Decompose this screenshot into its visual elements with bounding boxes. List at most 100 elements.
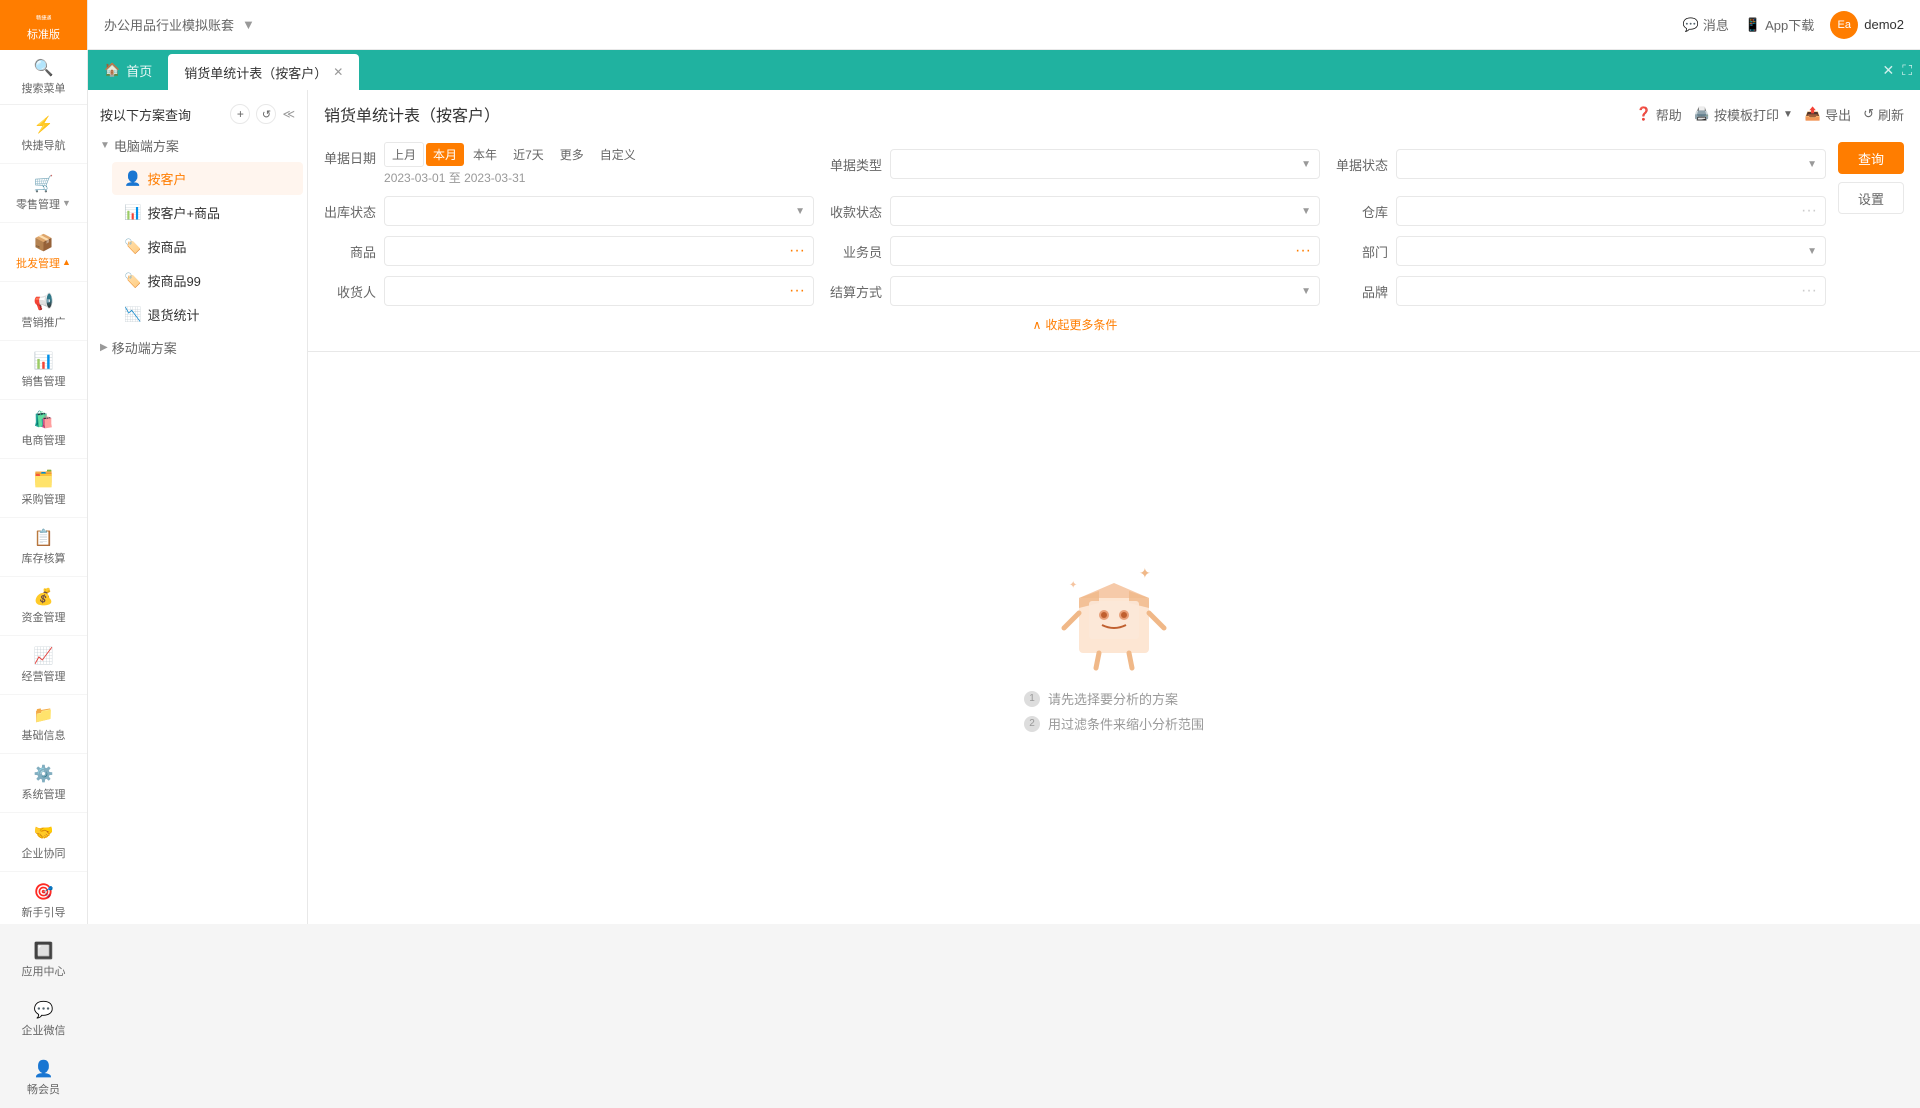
refresh-label: 刷新: [1878, 105, 1904, 124]
finance-label: 资金管理: [22, 609, 66, 625]
sidebar-item-newbie[interactable]: 🎯 新手引导: [0, 872, 87, 931]
filter-content: 单据日期 上月 本月 本年 近7天 更多 自定义: [324, 142, 1904, 339]
type-dropdown[interactable]: ▼: [890, 149, 1320, 179]
scheme-refresh-button[interactable]: ↺: [256, 104, 276, 124]
empty-tip-1: 1 请先选择要分析的方案: [1024, 689, 1204, 708]
sidebar-item-purchase[interactable]: 🗂️ 采购管理: [0, 459, 87, 518]
empty-illustration: ✦ ✦: [1044, 543, 1184, 673]
receiver-dots: ···: [789, 282, 805, 300]
out-status-dropdown[interactable]: ▼: [384, 196, 814, 226]
sidebar-item-retail[interactable]: 🛒 零售管理 ▼: [0, 164, 87, 223]
receiver-input[interactable]: ···: [384, 276, 814, 306]
product-input[interactable]: ···: [384, 236, 814, 266]
status-label: 单据状态: [1336, 155, 1388, 174]
sidebar-search[interactable]: 🔍 搜索菜单: [0, 50, 87, 105]
receipt-status-dropdown[interactable]: ▼: [890, 196, 1320, 226]
sidebar-item-basic[interactable]: 📁 基础信息: [0, 695, 87, 754]
filter-item-type: 单据类型 ▼: [830, 149, 1320, 179]
scheme-item-by-product-99[interactable]: 🏷️ 按商品99: [112, 264, 303, 297]
date-more-btn[interactable]: 更多: [553, 143, 591, 166]
chevron-up-icon: ▲: [62, 257, 71, 267]
sidebar-item-member[interactable]: 👤 畅会员: [0, 1049, 87, 1108]
help-button[interactable]: ❓ 帮助: [1636, 105, 1682, 124]
salesperson-input[interactable]: ···: [890, 236, 1320, 266]
product99-icon: 🏷️: [124, 272, 141, 289]
status-dropdown-icon: ▼: [1807, 159, 1817, 170]
sidebar-item-wechat[interactable]: 💬 企业微信: [0, 990, 87, 1049]
dept-dropdown[interactable]: ▼: [1396, 236, 1826, 266]
scheme-item-by-product[interactable]: 🏷️ 按商品: [112, 230, 303, 263]
salesperson-label: 业务员: [830, 242, 882, 261]
date-7days-btn[interactable]: 近7天: [506, 143, 551, 166]
sidebar-item-quicknav[interactable]: ⚡ 快捷导航: [0, 105, 87, 164]
settlement-dropdown-icon: ▼: [1301, 286, 1311, 297]
settings-button[interactable]: 设置: [1838, 182, 1904, 214]
product-label: 商品: [324, 242, 376, 261]
refresh-button[interactable]: ↺ 刷新: [1863, 105, 1904, 124]
sidebar-item-wholesale[interactable]: 📦 批发管理 ▲: [0, 223, 87, 282]
empty-state: ✦ ✦ 1 请先选择要分析的方案 2 用过滤条件来缩小分析范围: [308, 352, 1920, 924]
type-label: 单据类型: [830, 155, 882, 174]
collapse-label: 收起更多条件: [1045, 316, 1117, 333]
date-this-year-btn[interactable]: 本年: [466, 143, 504, 166]
tab-close-icon[interactable]: ✕: [333, 65, 343, 79]
dept-dropdown-icon: ▼: [1807, 246, 1817, 257]
sidebar-item-finance[interactable]: 💰 资金管理: [0, 577, 87, 636]
quicknav-icon: ⚡: [34, 115, 54, 135]
tip-text-1: 请先选择要分析的方案: [1048, 689, 1178, 708]
tab-sales-stat[interactable]: 销货单统计表（按客户） ✕: [168, 54, 359, 90]
ecommerce-label: 电商管理: [22, 432, 66, 448]
scheme-group-mobile-header[interactable]: ▶ 移动端方案: [88, 332, 307, 363]
message-button[interactable]: 💬 消息: [1683, 15, 1729, 34]
scheme-item-return-stat[interactable]: 📉 退货统计: [112, 298, 303, 331]
sidebar-item-appstore[interactable]: 🔲 应用中心: [0, 931, 87, 990]
sidebar-item-operation[interactable]: 📈 经营管理: [0, 636, 87, 695]
dept-label: 部门: [1336, 242, 1388, 261]
close-window-icon[interactable]: ✕: [1882, 62, 1894, 79]
scheme-item-by-customer[interactable]: 👤 按客户: [112, 162, 303, 195]
chevron-down-icon: ▼: [62, 198, 71, 208]
sidebar-item-marketing[interactable]: 📢 营销推广: [0, 282, 87, 341]
appstore-label: 应用中心: [22, 963, 66, 979]
date-range: 2023-03-01 至 2023-03-31: [384, 169, 814, 186]
filter-item-salesperson: 业务员 ···: [830, 236, 1320, 266]
sidebar-item-enterprise[interactable]: 🤝 企业协同: [0, 813, 87, 872]
collapse-btn[interactable]: ∧ 收起更多条件: [324, 310, 1826, 339]
type-dropdown-icon: ▼: [1301, 159, 1311, 170]
scheme-group-desktop-header[interactable]: ▼ 电脑端方案: [88, 130, 307, 161]
item-label: 按客户: [147, 169, 186, 188]
user-profile[interactable]: Ea demo2: [1830, 11, 1904, 39]
search-label: 搜索菜单: [22, 80, 66, 96]
date-this-month-btn[interactable]: 本月: [426, 143, 464, 166]
svg-text:✦: ✦: [1139, 565, 1151, 581]
export-button[interactable]: 📤 导出: [1805, 105, 1851, 124]
item-label: 按商品99: [147, 271, 200, 290]
scheme-item-by-customer-product[interactable]: 📊 按客户+商品: [112, 196, 303, 229]
scheme-actions: + ↺ ≪: [230, 104, 295, 124]
appstore-icon: 🔲: [34, 941, 54, 961]
tab-home[interactable]: 🏠 首页: [88, 50, 168, 90]
workspace-dropdown-icon[interactable]: ▼: [242, 17, 255, 32]
brand-input[interactable]: ···: [1396, 276, 1826, 306]
print-button[interactable]: 🖨️ 按模板打印 ▼: [1694, 105, 1793, 124]
help-icon: ❓: [1636, 106, 1652, 122]
app-download-button[interactable]: 📱 App下载: [1745, 15, 1814, 34]
sidebar-item-system[interactable]: ⚙️ 系统管理: [0, 754, 87, 813]
maximize-icon[interactable]: ⛶: [1902, 62, 1912, 79]
sidebar-item-sales[interactable]: 📊 销售管理: [0, 341, 87, 400]
filter-row-4: 收货人 ··· 结算方式 ▼: [324, 276, 1826, 306]
status-dropdown[interactable]: ▼: [1396, 149, 1826, 179]
filter-row-2: 出库状态 ▼ 收款状态 ▼: [324, 196, 1826, 226]
warehouse-input[interactable]: ···: [1396, 196, 1826, 226]
date-last-month-btn[interactable]: 上月: [384, 142, 424, 167]
scheme-add-button[interactable]: +: [230, 104, 250, 124]
settlement-dropdown[interactable]: ▼: [890, 276, 1320, 306]
query-button[interactable]: 查询: [1838, 142, 1904, 174]
date-custom-btn[interactable]: 自定义: [593, 143, 643, 166]
tabbar: 🏠 首页 销货单统计表（按客户） ✕ ✕ ⛶: [88, 50, 1920, 90]
refresh-icon: ↺: [1863, 106, 1874, 122]
sidebar-item-inventory[interactable]: 📋 库存核算: [0, 518, 87, 577]
sidebar-item-ecommerce[interactable]: 🛍️ 电商管理: [0, 400, 87, 459]
scheme-collapse-button[interactable]: ≪: [282, 107, 295, 121]
empty-tips: 1 请先选择要分析的方案 2 用过滤条件来缩小分析范围: [1024, 689, 1204, 733]
